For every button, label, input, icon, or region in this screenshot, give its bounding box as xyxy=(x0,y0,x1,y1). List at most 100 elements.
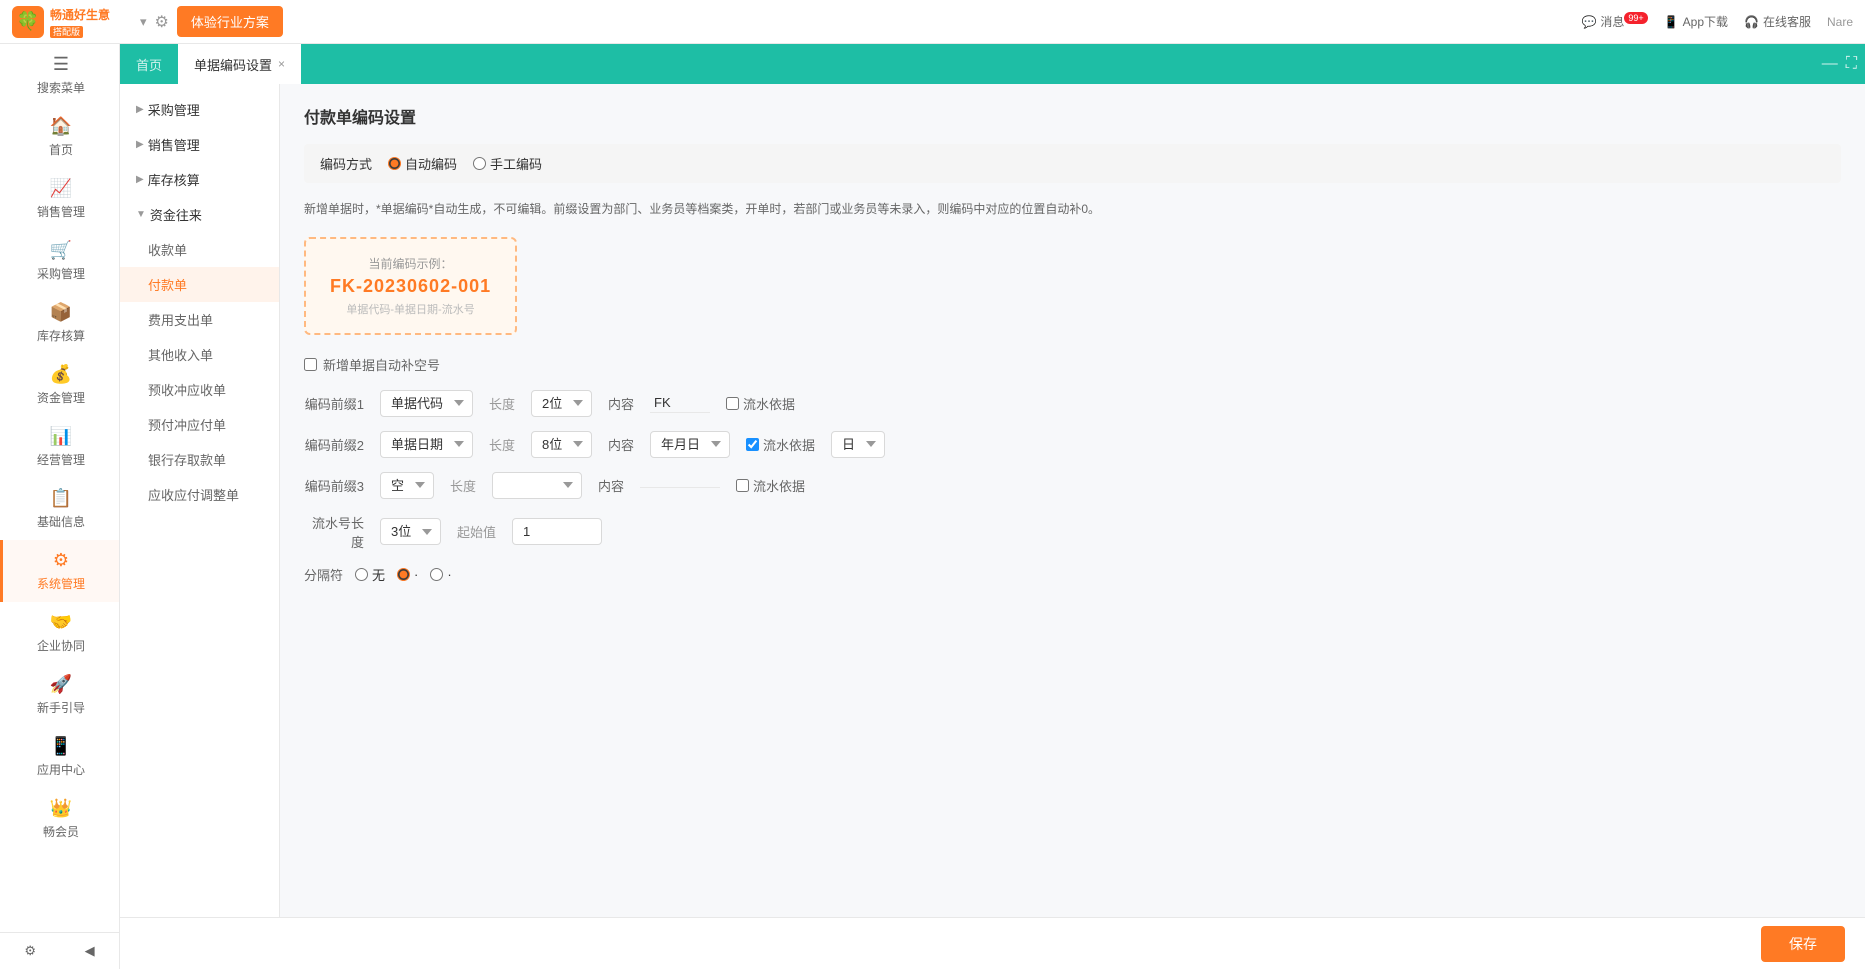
tab-close-icon[interactable]: × xyxy=(278,57,285,71)
sep-dot1-option[interactable]: · xyxy=(397,567,418,582)
subnav-header-purchase[interactable]: ▶ 采购管理 xyxy=(120,92,279,127)
tab-bar: 首页 单据编码设置 × — ⛶ xyxy=(120,44,1865,84)
content2-select[interactable]: 年月日 xyxy=(650,431,730,458)
subnav-header-inventory[interactable]: ▶ 库存核算 xyxy=(120,162,279,197)
serial-check-3-input[interactable] xyxy=(736,479,749,492)
auto-fill-checkbox[interactable] xyxy=(304,358,317,371)
sidebar-item-basics[interactable]: 📋 基础信息 xyxy=(0,478,119,540)
tab-encoding[interactable]: 单据编码设置 × xyxy=(178,44,301,84)
trial-button[interactable]: 体验行业方案 xyxy=(177,6,283,37)
serial-check-2-input[interactable] xyxy=(746,438,759,451)
separator-row: 分隔符 无 · · xyxy=(304,565,1841,584)
encoding-mode-row: 编码方式 自动编码 手工编码 xyxy=(304,144,1841,183)
length2-label: 长度 xyxy=(489,435,515,454)
length3-select[interactable] xyxy=(492,472,582,499)
sidebar-item-enterprise[interactable]: 🤝 企业协同 xyxy=(0,602,119,664)
length3-label: 长度 xyxy=(450,476,476,495)
subnav-group-capital: ▼ 资金往来 收款单 付款单 费用支出单 其他收入单 预收冲应收单 预付冲应付单… xyxy=(120,197,279,512)
content1-label: 内容 xyxy=(608,394,634,413)
subnav-item-receipt[interactable]: 收款单 xyxy=(120,232,279,267)
arrow-right-icon: ▶ xyxy=(136,139,144,150)
online-service-action[interactable]: 🎧 在线客服 xyxy=(1744,13,1811,30)
sales-icon: 📈 xyxy=(50,178,72,199)
message-action[interactable]: 💬 消息 99+ xyxy=(1581,13,1647,30)
logo: 🍀 畅通好生意 搭配版 xyxy=(12,6,132,38)
user-info[interactable]: Nare xyxy=(1827,15,1853,29)
sidebar-bottom: ⚙ ◀ xyxy=(0,932,119,969)
separator-label: 分隔符 xyxy=(304,565,343,584)
sidebar-item-guide[interactable]: 🚀 新手引导 xyxy=(0,664,119,726)
subnav-item-other-income[interactable]: 其他收入单 xyxy=(120,337,279,372)
tab-expand: — ⛶ xyxy=(1822,55,1865,73)
save-button[interactable]: 保存 xyxy=(1761,926,1845,962)
sidebar-collapse-icon[interactable]: ◀ xyxy=(85,943,95,959)
page-title: 付款单编码设置 xyxy=(304,104,1841,128)
subnav-header-capital[interactable]: ▼ 资金往来 xyxy=(120,197,279,232)
serial-check-1: 流水依据 xyxy=(726,394,795,413)
unit2-select[interactable]: 日 xyxy=(831,431,885,458)
subnav-item-pre-receipt[interactable]: 预收冲应收单 xyxy=(120,372,279,407)
enterprise-icon: 🤝 xyxy=(50,612,72,633)
length2-select[interactable]: 8位 xyxy=(531,431,592,458)
start-value-input[interactable] xyxy=(512,518,602,545)
length1-select[interactable]: 2位 xyxy=(531,390,592,417)
subnav-group-purchase: ▶ 采购管理 xyxy=(120,92,279,127)
content-area: ▶ 采购管理 ▶ 销售管理 ▶ 库存核算 xyxy=(120,84,1865,917)
prefix2-select[interactable]: 单据日期 xyxy=(380,431,473,458)
apps-icon: 📱 xyxy=(50,736,72,757)
tab-home[interactable]: 首页 xyxy=(120,44,178,84)
content2-label: 内容 xyxy=(608,435,634,454)
subnav-item-pre-payment[interactable]: 预付冲应付单 xyxy=(120,407,279,442)
encoding-mode-label: 编码方式 xyxy=(320,154,372,173)
sidebar-item-member[interactable]: 👑 畅会员 xyxy=(0,788,119,850)
prefix1-select[interactable]: 单据代码 xyxy=(380,390,473,417)
manual-encoding-option[interactable]: 手工编码 xyxy=(473,154,542,173)
expand-icon[interactable]: ▾ xyxy=(140,14,147,30)
sidebar: ☰ 搜索菜单 🏠 首页 📈 销售管理 🛒 采购管理 📦 库存核算 💰 资金管理 … xyxy=(0,44,120,969)
serial-check-2: 流水依据 xyxy=(746,435,815,454)
prefix1-label: 编码前缀1 xyxy=(304,394,364,413)
sidebar-item-purchase[interactable]: 🛒 采购管理 xyxy=(0,230,119,292)
sep-dot2-option[interactable]: · xyxy=(430,567,451,582)
home-icon: 🏠 xyxy=(50,116,72,137)
inventory-icon: 📦 xyxy=(50,302,72,323)
guide-icon: 🚀 xyxy=(50,674,72,695)
sidebar-item-finance[interactable]: 💰 资金管理 xyxy=(0,354,119,416)
sidebar-item-home[interactable]: 🏠 首页 xyxy=(0,106,119,168)
app-download-action[interactable]: 📱 App下载 xyxy=(1664,13,1728,30)
arrow-right-icon: ▶ xyxy=(136,174,144,185)
subnav-item-adjust[interactable]: 应收应付调整单 xyxy=(120,477,279,512)
sidebar-settings-icon[interactable]: ⚙ xyxy=(24,943,36,959)
maximize-icon[interactable]: ⛶ xyxy=(1846,55,1857,73)
serial-check-1-input[interactable] xyxy=(726,397,739,410)
content1-value: FK xyxy=(650,393,710,413)
sidebar-item-system[interactable]: ⚙ 系统管理 xyxy=(0,540,119,602)
sidebar-item-management[interactable]: 📊 经营管理 xyxy=(0,416,119,478)
sep-none-option[interactable]: 无 xyxy=(355,565,385,584)
sidebar-item-apps[interactable]: 📱 应用中心 xyxy=(0,726,119,788)
subnav-group-sales: ▶ 销售管理 xyxy=(120,127,279,162)
top-bar: 🍀 畅通好生意 搭配版 ▾ ⚙ 体验行业方案 💬 消息 99+ 📱 App下载 … xyxy=(0,0,1865,44)
headset-icon: 🎧 xyxy=(1744,15,1759,29)
member-icon: 👑 xyxy=(50,798,72,819)
serial-length-select[interactable]: 3位 xyxy=(380,518,441,545)
arrow-down-icon: ▼ xyxy=(136,209,146,220)
prefix3-select[interactable]: 空 xyxy=(380,472,434,499)
top-bar-search: ▾ ⚙ 体验行业方案 xyxy=(140,6,1573,37)
main-content: 付款单编码设置 编码方式 自动编码 手工编码 xyxy=(280,84,1865,917)
sidebar-item-sales[interactable]: 📈 销售管理 xyxy=(0,168,119,230)
sidebar-item-inventory[interactable]: 📦 库存核算 xyxy=(0,292,119,354)
subnav-header-sales[interactable]: ▶ 销售管理 xyxy=(120,127,279,162)
system-icon: ⚙ xyxy=(53,550,69,571)
subnav-item-bank[interactable]: 银行存取款单 xyxy=(120,442,279,477)
settings-icon[interactable]: ⚙ xyxy=(155,12,169,32)
minimize-icon[interactable]: — xyxy=(1822,55,1838,73)
auto-encoding-option[interactable]: 自动编码 xyxy=(388,154,457,173)
length1-label: 长度 xyxy=(489,394,515,413)
sub-nav: ▶ 采购管理 ▶ 销售管理 ▶ 库存核算 xyxy=(120,84,280,917)
subnav-item-payment[interactable]: 付款单 xyxy=(120,267,279,302)
serial-check-3: 流水依据 xyxy=(736,476,805,495)
subnav-item-expense[interactable]: 费用支出单 xyxy=(120,302,279,337)
sidebar-item-search[interactable]: ☰ 搜索菜单 xyxy=(0,44,119,106)
prefix3-label: 编码前缀3 xyxy=(304,476,364,495)
